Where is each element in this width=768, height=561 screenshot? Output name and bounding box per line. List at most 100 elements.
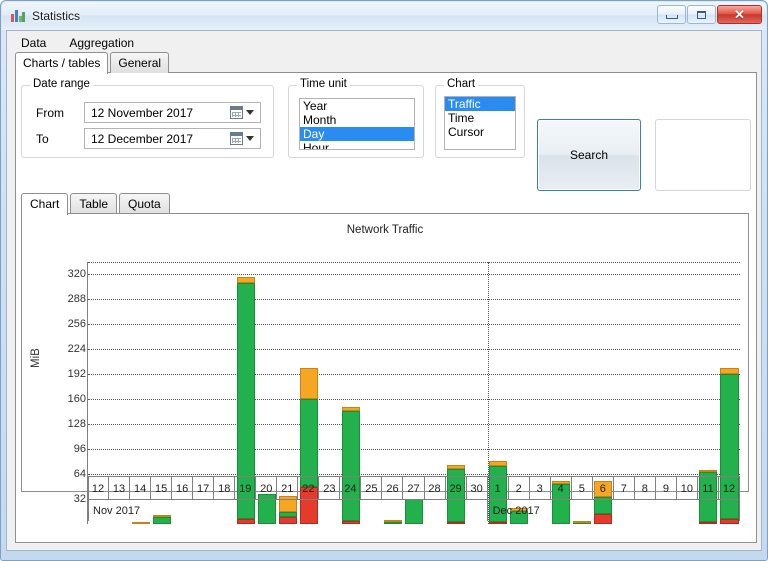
tab-general[interactable]: General: [110, 52, 169, 73]
x-tick-label: 21: [277, 477, 298, 500]
menu-bar: Data Aggregation: [7, 31, 761, 54]
time-unit-option-year[interactable]: Year: [300, 99, 414, 113]
close-button[interactable]: ✕: [717, 5, 762, 24]
x-axis-day-labels: 1213141516171819202122232425262728293012…: [88, 476, 740, 500]
bar-segment-yellow: [237, 277, 255, 283]
chart-title: Network Traffic: [22, 224, 748, 236]
from-label: From: [36, 106, 64, 120]
bar-segment-yellow: [447, 465, 465, 469]
calendar-icon: [230, 132, 243, 145]
x-tick-label: 10: [677, 477, 698, 500]
x-tick-label: 18: [214, 477, 235, 500]
to-date-value: 12 December 2017: [85, 132, 230, 146]
x-tick-label: 4: [551, 477, 572, 500]
y-tick-label: 160: [52, 394, 86, 404]
chart-option-time[interactable]: Time: [445, 111, 515, 125]
bar-column: [573, 522, 591, 524]
month-group-label: Nov 2017: [88, 500, 488, 521]
y-axis-label: MiB: [30, 348, 42, 368]
x-tick-label: 9: [656, 477, 677, 500]
client-area: Data Aggregation Charts / tables General…: [6, 30, 762, 551]
tab-table[interactable]: Table: [70, 193, 117, 214]
window-title: Statistics: [32, 9, 80, 23]
y-tick-label: 64: [52, 469, 86, 479]
x-tick-label: 12: [88, 477, 109, 500]
bar-segment-yellow: [132, 522, 150, 524]
bar-column: [384, 522, 402, 524]
x-tick-label: 13: [109, 477, 130, 500]
x-tick-label: 6: [593, 477, 614, 500]
y-tick-label: 192: [52, 369, 86, 379]
y-tick-label: 128: [52, 419, 86, 429]
x-tick-label: 27: [403, 477, 424, 500]
bar-chart-icon: [10, 8, 26, 24]
bar-column: [132, 522, 150, 524]
to-label: To: [36, 132, 49, 146]
x-tick-label: 11: [698, 477, 719, 500]
x-tick-label: 5: [572, 477, 593, 500]
x-tick-label: 8: [635, 477, 656, 500]
time-unit-option-day[interactable]: Day: [300, 127, 414, 141]
x-tick-label: 12: [719, 477, 740, 500]
bar-segment-red: [447, 522, 465, 524]
chart-select-listbox[interactable]: Traffic Time Cursor: [444, 96, 516, 150]
calendar-icon: [230, 106, 243, 119]
bar-segment-green: [300, 399, 318, 486]
bar-segment-yellow: [342, 407, 360, 411]
bar-segment-red: [342, 521, 360, 524]
x-tick-label: 22: [298, 477, 319, 500]
chart-select-group: Chart Traffic Time Cursor: [435, 85, 525, 158]
date-range-group: Date range From 12 November 2017 To 12 D…: [21, 85, 274, 158]
x-tick-label: 24: [340, 477, 361, 500]
bar-segment-yellow: [720, 368, 738, 374]
x-tick-label: 3: [530, 477, 551, 500]
minimize-button[interactable]: [657, 5, 686, 24]
menu-item-aggregation[interactable]: Aggregation: [60, 33, 143, 53]
date-range-label: Date range: [30, 78, 93, 90]
x-tick-label: 19: [235, 477, 256, 500]
chart-option-traffic[interactable]: Traffic: [445, 97, 515, 111]
inner-tab-bar: Chart Table Quota: [21, 195, 749, 214]
bar-segment-yellow: [573, 521, 591, 523]
tab-chart[interactable]: Chart: [21, 193, 68, 215]
maximize-button[interactable]: [687, 5, 716, 24]
bar-segment-yellow: [489, 461, 507, 466]
time-unit-label: Time unit: [297, 78, 350, 90]
chart-select-label: Chart: [444, 78, 478, 90]
from-date-value: 12 November 2017: [85, 106, 230, 120]
time-unit-option-hour[interactable]: Hour: [300, 141, 414, 150]
time-unit-listbox[interactable]: Year Month Day Hour: [299, 98, 415, 150]
time-unit-option-month[interactable]: Month: [300, 113, 414, 127]
x-tick-label: 15: [151, 477, 172, 500]
y-tick-label: 256: [52, 319, 86, 329]
x-tick-label: 2: [509, 477, 530, 500]
tab-quota[interactable]: Quota: [119, 193, 170, 214]
chevron-down-icon: [246, 136, 254, 141]
y-tick-label: 32: [52, 494, 86, 504]
chevron-down-icon: [246, 110, 254, 115]
chart-option-cursor[interactable]: Cursor: [445, 125, 515, 139]
time-unit-group: Time unit Year Month Day Hour: [288, 85, 424, 158]
x-tick-label: 23: [319, 477, 340, 500]
y-axis-ticks: 326496128160192224256288320: [42, 214, 86, 491]
title-bar: Statistics ✕: [2, 2, 766, 30]
network-traffic-chart: Network Traffic MiB 32649612816019222425…: [22, 214, 748, 491]
search-button-label: Search: [570, 148, 608, 162]
x-tick-label: 25: [361, 477, 382, 500]
search-button[interactable]: Search: [537, 119, 641, 191]
x-tick-label: 20: [256, 477, 277, 500]
to-date-input[interactable]: 12 December 2017: [84, 128, 261, 149]
tab-charts-tables[interactable]: Charts / tables: [15, 52, 108, 74]
y-tick-label: 288: [52, 294, 86, 304]
month-group-label: Dec 2017: [488, 500, 740, 521]
y-tick-label: 96: [52, 444, 86, 454]
bar-segment-yellow: [699, 470, 717, 472]
outer-tab-bar: Charts / tables General: [15, 55, 757, 73]
y-tick-label: 320: [52, 269, 86, 279]
from-date-input[interactable]: 12 November 2017: [84, 102, 261, 123]
menu-item-data[interactable]: Data: [12, 33, 55, 53]
x-tick-label: 14: [130, 477, 151, 500]
x-axis-month-labels: Nov 2017Dec 2017: [88, 499, 740, 521]
close-icon: ✕: [734, 8, 745, 21]
bar-segment-red: [489, 522, 507, 524]
